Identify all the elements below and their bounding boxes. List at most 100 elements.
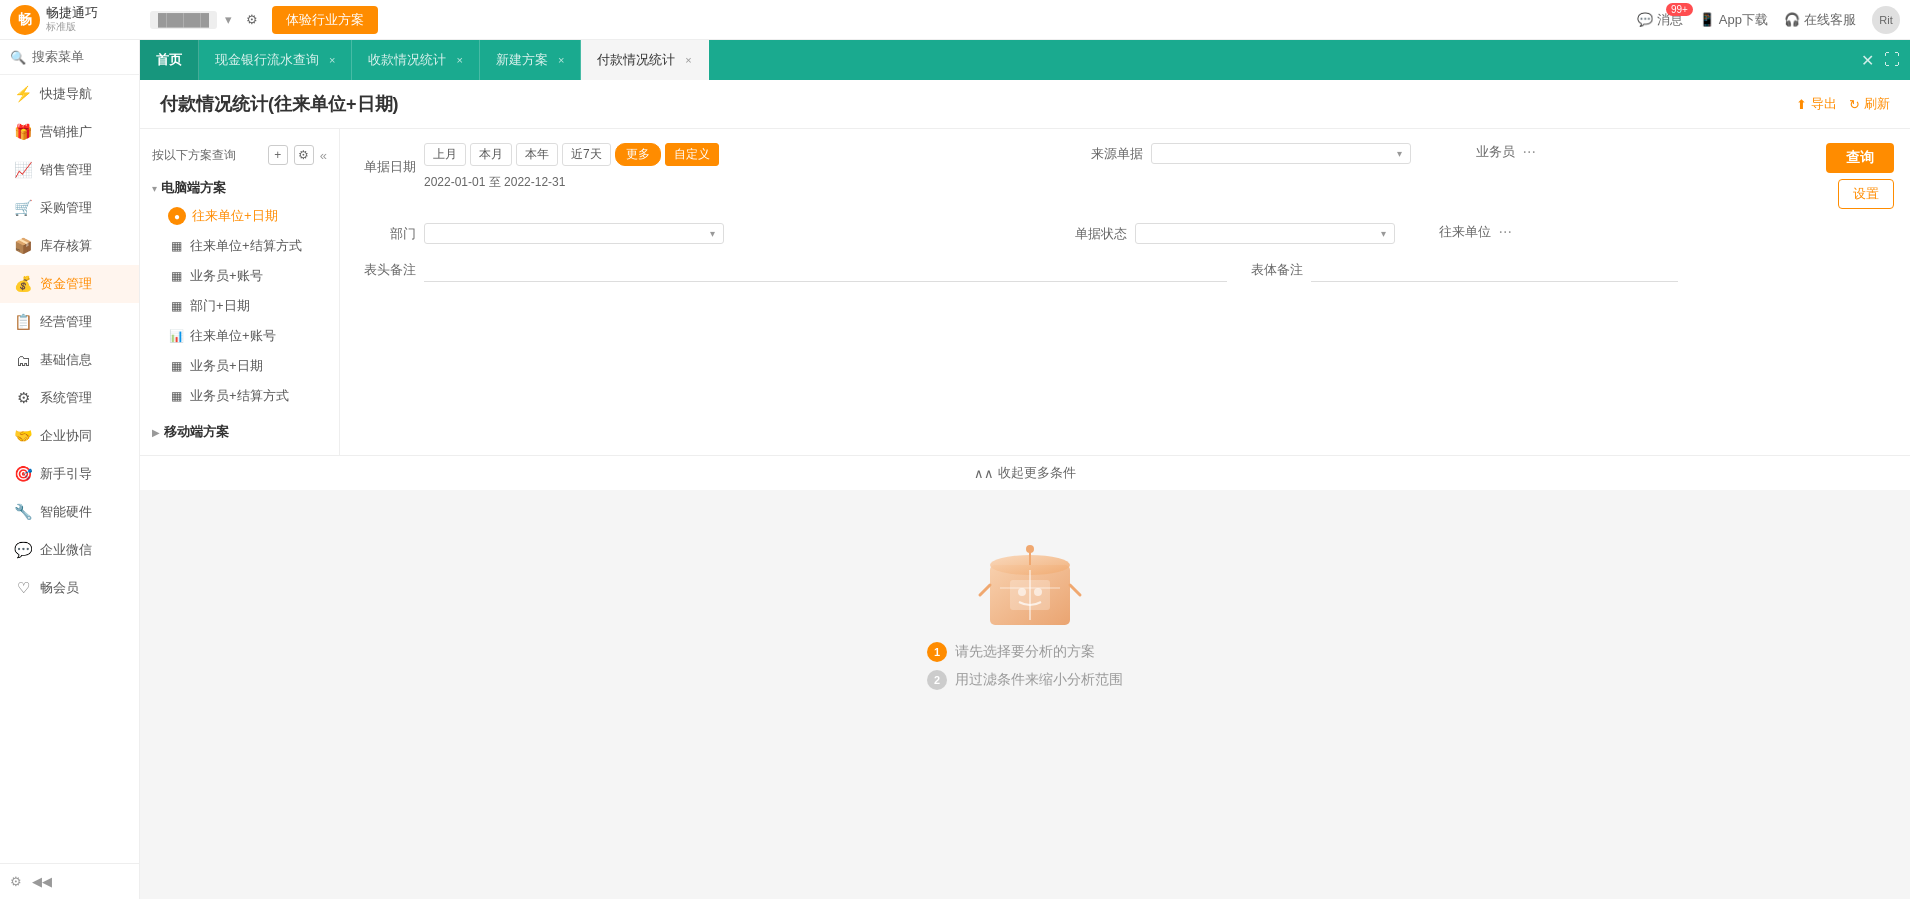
sidebar-item-operations[interactable]: 📋 经营管理	[0, 303, 139, 341]
sidebar-item-purchase[interactable]: 🛒 采购管理	[0, 189, 139, 227]
tab-collection[interactable]: 收款情况统计 ×	[352, 40, 479, 80]
sidebar-item-hardware[interactable]: 🔧 智能硬件	[0, 493, 139, 531]
export-button[interactable]: ⬆ 导出	[1796, 95, 1837, 113]
unit-input-dots[interactable]: ···	[1499, 223, 1512, 241]
wechat-icon: 💬	[14, 541, 32, 559]
tab-new-scheme[interactable]: 新建方案 ×	[480, 40, 581, 80]
collapse-label: 收起更多条件	[998, 464, 1076, 482]
tab-payment-close-icon[interactable]: ×	[685, 54, 691, 66]
table-body-input[interactable]	[1311, 258, 1678, 282]
tab-cash-flow-label: 现金银行流水查询	[215, 51, 319, 69]
date-btn-this-year[interactable]: 本年	[516, 143, 558, 166]
notification-bell[interactable]: 💬 消息 99+	[1637, 11, 1683, 29]
export-icon: ⬆	[1796, 97, 1807, 112]
collapse-more-button[interactable]: ∧∧ 收起更多条件	[974, 464, 1076, 482]
avatar[interactable]: Rit	[1872, 6, 1900, 34]
filter-settings-button[interactable]: 设置	[1838, 179, 1894, 209]
tab-cash-flow-close-icon[interactable]: ×	[329, 54, 335, 66]
scheme-item-employee-settlement[interactable]: ▦ 业务员+结算方式	[140, 381, 339, 411]
scheme-item-unit-date[interactable]: ● 往来单位+日期	[140, 201, 339, 231]
scheme-item-unit-account[interactable]: 📊 往来单位+账号	[140, 321, 339, 351]
online-service-link[interactable]: 🎧 在线客服	[1784, 11, 1856, 29]
query-button[interactable]: 查询	[1826, 143, 1894, 173]
date-btn-last-month[interactable]: 上月	[424, 143, 466, 166]
logo-sub: 标准版	[46, 20, 98, 34]
scheme-item-dept-date[interactable]: ▦ 部门+日期	[140, 291, 339, 321]
table-icon-2: ▦	[168, 268, 184, 284]
page-header: 付款情况统计(往来单位+日期) ⬆ 导出 ↻ 刷新	[140, 80, 1910, 129]
sidebar-item-quick-nav[interactable]: ⚡ 快捷导航	[0, 75, 139, 113]
table-header-input[interactable]	[424, 258, 1227, 282]
refresh-button[interactable]: ↻ 刷新	[1849, 95, 1890, 113]
tab-home-label: 首页	[156, 51, 182, 69]
tab-cash-flow[interactable]: 现金银行流水查询 ×	[199, 40, 352, 80]
pc-group-label: 电脑端方案	[161, 179, 226, 197]
account-chevron-icon[interactable]: ▾	[225, 12, 232, 27]
sidebar-item-member[interactable]: ♡ 畅会员	[0, 569, 139, 607]
sidebar-item-marketing[interactable]: 🎁 营销推广	[0, 113, 139, 151]
trial-button[interactable]: 体验行业方案	[272, 6, 378, 34]
date-btn-more[interactable]: 更多	[615, 143, 661, 166]
scheme-collapse-button[interactable]: «	[320, 148, 327, 163]
scheme-item-unit-date-label: 往来单位+日期	[192, 207, 278, 225]
refresh-label: 刷新	[1864, 95, 1890, 113]
account-selector[interactable]: ██████	[150, 11, 217, 29]
chat-icon: 💬	[1637, 12, 1653, 27]
scheme-pc-group-header[interactable]: ▾ 电脑端方案	[140, 175, 339, 201]
sidebar-item-wechat[interactable]: 💬 企业微信	[0, 531, 139, 569]
topbar-gear-icon[interactable]: ⚙	[240, 8, 264, 32]
scheme-mobile-group: ▶ 移动端方案	[140, 419, 339, 445]
sidebar-item-enterprise[interactable]: 🤝 企业协同	[0, 417, 139, 455]
dept-select-arrow-icon: ▾	[710, 228, 715, 239]
svg-point-6	[1034, 588, 1042, 596]
scheme-add-button[interactable]: +	[268, 145, 288, 165]
dept-select[interactable]: ▾	[424, 223, 724, 244]
page-content: 付款情况统计(往来单位+日期) ⬆ 导出 ↻ 刷新 按	[140, 80, 1910, 899]
sidebar-label-system: 系统管理	[40, 389, 92, 407]
empty-area: 1 请先选择要分析的方案 2 用过滤条件来缩小分析范围	[140, 490, 1910, 730]
account-name: ██████	[150, 11, 217, 29]
sidebar-item-inventory[interactable]: 📦 库存核算	[0, 227, 139, 265]
tab-collection-label: 收款情况统计	[368, 51, 446, 69]
app-download-link[interactable]: 📱 App下载	[1699, 11, 1768, 29]
settings-icon[interactable]: ⚙	[10, 874, 22, 889]
date-btn-custom[interactable]: 自定义	[665, 143, 719, 166]
scheme-item-employee-account[interactable]: ▦ 业务员+账号	[140, 261, 339, 291]
sidebar-item-basic-info[interactable]: 🗂 基础信息	[0, 341, 139, 379]
scheme-header-title: 按以下方案查询	[152, 147, 236, 164]
tab-new-scheme-label: 新建方案	[496, 51, 548, 69]
scheme-item-unit-settlement[interactable]: ▦ 往来单位+结算方式	[140, 231, 339, 261]
sidebar-label-operations: 经营管理	[40, 313, 92, 331]
date-btn-last-7days[interactable]: 近7天	[562, 143, 611, 166]
tab-collection-close-icon[interactable]: ×	[456, 54, 462, 66]
sidebar-item-sales[interactable]: 📈 销售管理	[0, 151, 139, 189]
status-label: 单据状态	[1067, 225, 1127, 243]
scheme-settings-button[interactable]: ⚙	[294, 145, 314, 165]
sidebar-item-system[interactable]: ⚙ 系统管理	[0, 379, 139, 417]
source-select[interactable]: ▾	[1151, 143, 1411, 164]
tab-new-scheme-close-icon[interactable]: ×	[558, 54, 564, 66]
date-btn-this-month[interactable]: 本月	[470, 143, 512, 166]
sidebar-label-sales: 销售管理	[40, 161, 92, 179]
tab-maximize-icon[interactable]: ⛶	[1884, 51, 1900, 69]
empty-tips: 1 请先选择要分析的方案 2 用过滤条件来缩小分析范围	[927, 642, 1123, 690]
scheme-mobile-group-header[interactable]: ▶ 移动端方案	[140, 419, 339, 445]
table-icon-4: ▦	[168, 358, 184, 374]
scheme-item-employee-date[interactable]: ▦ 业务员+日期	[140, 351, 339, 381]
search-menu[interactable]: 🔍 搜索菜单	[0, 40, 139, 75]
sidebar-item-finance[interactable]: 💰 资金管理	[0, 265, 139, 303]
empty-tip-2: 2 用过滤条件来缩小分析范围	[927, 670, 1123, 690]
collapse-bar: ∧∧ 收起更多条件	[140, 455, 1910, 490]
empty-content: 1 请先选择要分析的方案 2 用过滤条件来缩小分析范围	[927, 530, 1123, 690]
employee-input-dots[interactable]: ···	[1523, 143, 1536, 161]
status-select-arrow-icon: ▾	[1381, 228, 1386, 239]
logo-text: 畅捷通巧	[46, 5, 98, 21]
status-select[interactable]: ▾	[1135, 223, 1395, 244]
tab-home[interactable]: 首页	[140, 40, 199, 80]
tab-payment[interactable]: 付款情况统计 ×	[581, 40, 708, 80]
search-icon: 🔍	[10, 50, 26, 65]
sidebar-label-member: 畅会员	[40, 579, 79, 597]
sidebar-item-guide[interactable]: 🎯 新手引导	[0, 455, 139, 493]
tab-close-all-icon[interactable]: ✕	[1861, 51, 1874, 70]
collapse-icon[interactable]: ◀◀	[32, 874, 52, 889]
